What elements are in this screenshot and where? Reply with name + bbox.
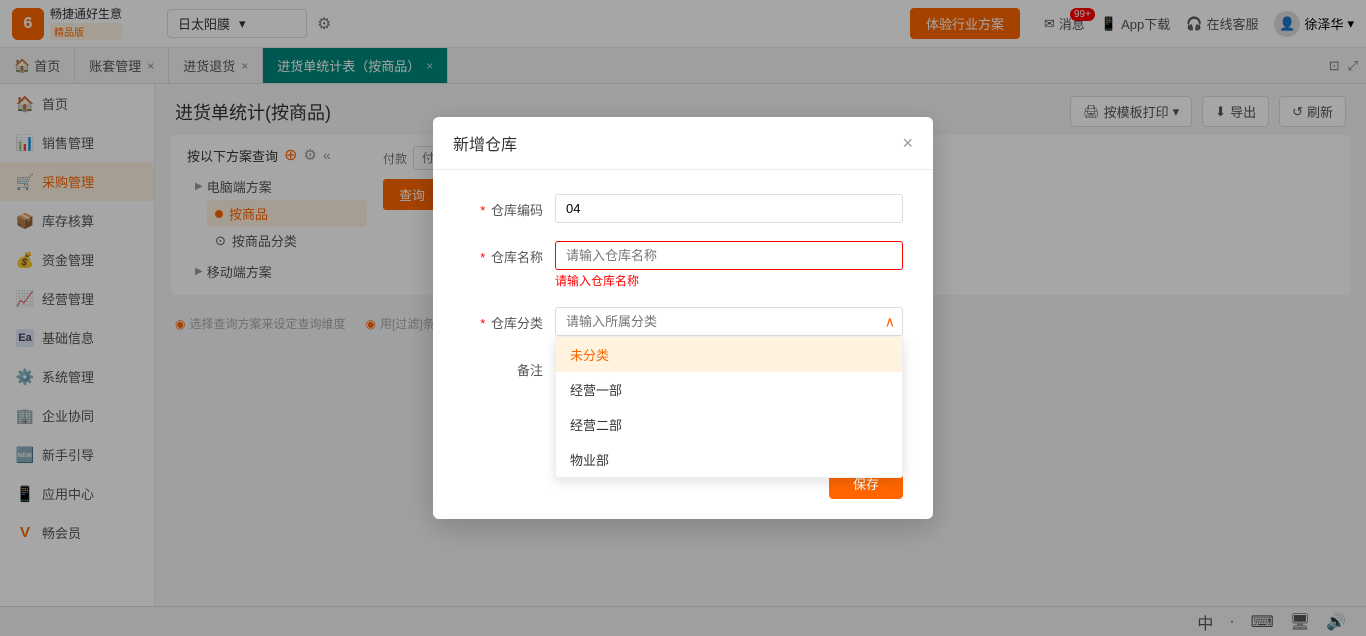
warehouse-name-row: * 仓库名称 请输入仓库名称 bbox=[463, 241, 903, 289]
modal-title: 新增仓库 bbox=[453, 131, 517, 155]
name-wrapper: 请输入仓库名称 bbox=[555, 241, 903, 289]
name-error-msg: 请输入仓库名称 bbox=[555, 272, 903, 289]
modal-body: * 仓库编码 * 仓库名称 请输入仓库名称 bbox=[433, 170, 933, 456]
category-arrow-icon[interactable]: ∧ bbox=[885, 313, 895, 330]
category-label: * 仓库分类 bbox=[463, 307, 543, 332]
name-label: * 仓库名称 bbox=[463, 241, 543, 266]
dropdown-item-dept3[interactable]: 物业部 bbox=[556, 442, 902, 477]
warehouse-category-row: * 仓库分类 ∧ 未分类 经营一部 经营二部 物业部 bbox=[463, 307, 903, 336]
warehouse-name-input[interactable] bbox=[555, 241, 903, 270]
warehouse-code-row: * 仓库编码 bbox=[463, 194, 903, 223]
dropdown-item-dept2[interactable]: 经营二部 bbox=[556, 407, 902, 442]
category-wrapper: ∧ 未分类 经营一部 经营二部 物业部 bbox=[555, 307, 903, 336]
modal-overlay: 新增仓库 × * 仓库编码 * 仓库名称 bbox=[0, 0, 1366, 636]
category-dropdown: 未分类 经营一部 经营二部 物业部 bbox=[555, 336, 903, 478]
dropdown-item-uncategorized[interactable]: 未分类 bbox=[556, 337, 902, 372]
warehouse-category-input[interactable] bbox=[555, 307, 903, 336]
new-warehouse-modal: 新增仓库 × * 仓库编码 * 仓库名称 bbox=[433, 117, 933, 519]
warehouse-code-input[interactable] bbox=[555, 194, 903, 223]
modal-header: 新增仓库 × bbox=[433, 117, 933, 170]
code-wrapper bbox=[555, 194, 903, 223]
note-label: 备注 bbox=[463, 354, 543, 379]
dropdown-item-dept1[interactable]: 经营一部 bbox=[556, 372, 902, 407]
modal-close-button[interactable]: × bbox=[902, 133, 913, 154]
code-label: * 仓库编码 bbox=[463, 194, 543, 219]
